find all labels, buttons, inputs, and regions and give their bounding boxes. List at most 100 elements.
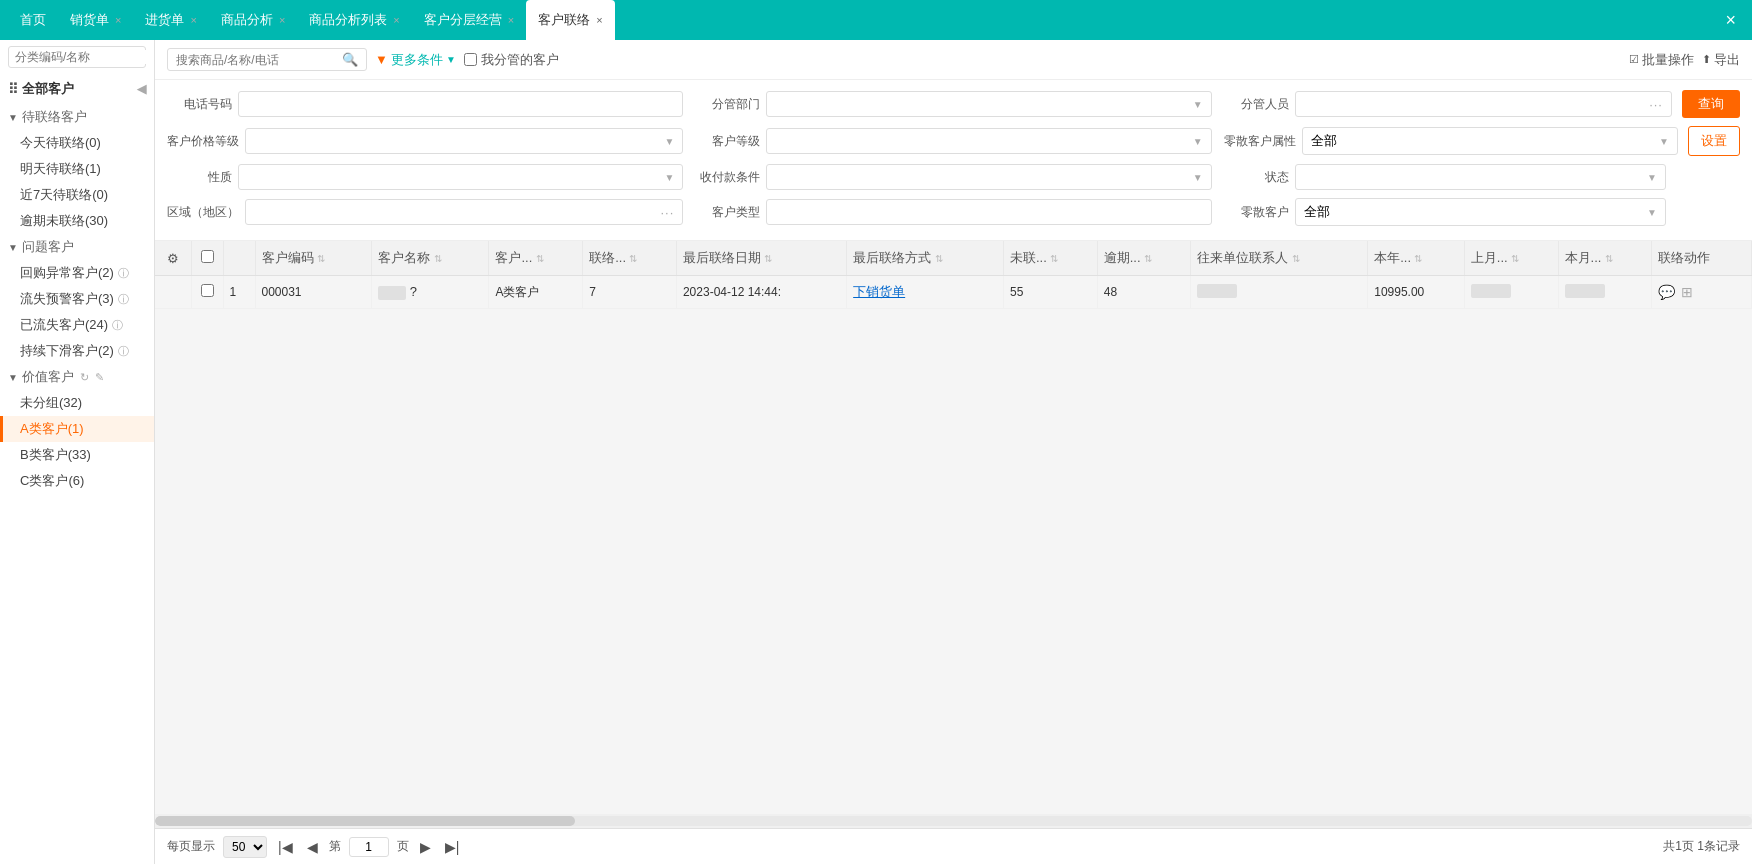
sort-lcw[interactable]: ⇅ bbox=[935, 253, 943, 264]
th-code[interactable]: 客户编码 ⇅ bbox=[255, 241, 372, 276]
sort-type[interactable]: ⇅ bbox=[536, 253, 544, 264]
sidebar-item-lost-customers[interactable]: 已流失客户(24) ⓘ bbox=[0, 312, 154, 338]
filter-input-customer-type[interactable] bbox=[766, 199, 1211, 225]
filter-search-input[interactable] bbox=[176, 53, 338, 67]
sort-contact[interactable]: ⇅ bbox=[629, 253, 637, 264]
nav-tab-customer-contact[interactable]: 客户联络 × bbox=[526, 0, 614, 40]
sort-tm[interactable]: ⇅ bbox=[1605, 253, 1613, 264]
filter-input-nature[interactable]: ▼ bbox=[238, 164, 683, 190]
filter-input-customer-grade[interactable]: ▼ bbox=[766, 128, 1211, 154]
page-number-input[interactable] bbox=[349, 837, 389, 857]
sort-overdue[interactable]: ⇅ bbox=[1144, 253, 1152, 264]
filter-input-department[interactable]: ▼ bbox=[766, 91, 1211, 117]
filter-more-conditions[interactable]: ▼ 更多条件 ▼ bbox=[375, 51, 456, 69]
th-checkbox[interactable] bbox=[191, 241, 223, 276]
th-contact[interactable]: 联络... ⇅ bbox=[583, 241, 677, 276]
filter-input-status[interactable]: ▼ bbox=[1295, 164, 1666, 190]
th-last-month[interactable]: 上月... ⇅ bbox=[1464, 241, 1558, 276]
sidebar-item-7days-contact[interactable]: 近7天待联络(0) bbox=[0, 182, 154, 208]
sidebar-item-ungrouped[interactable]: 未分组(32) bbox=[0, 390, 154, 416]
sidebar-item-tomorrow-contact[interactable]: 明天待联络(1) bbox=[0, 156, 154, 182]
th-this-year[interactable]: 本年... ⇅ bbox=[1368, 241, 1465, 276]
sidebar-section-value-customers[interactable]: ▼ 价值客户 ↻ ✎ bbox=[0, 364, 154, 390]
edit-icon[interactable]: ✎ bbox=[95, 371, 104, 384]
sort-lcd[interactable]: ⇅ bbox=[764, 253, 772, 264]
sort-ty[interactable]: ⇅ bbox=[1414, 253, 1422, 264]
sidebar-item-loss-warning[interactable]: 流失预警客户(3) ⓘ bbox=[0, 286, 154, 312]
sidebar-item-c-customers[interactable]: C类客户(6) bbox=[0, 468, 154, 494]
filter-input-region[interactable]: ··· bbox=[245, 199, 683, 225]
th-unit-contact[interactable]: 往来单位联系人 ⇅ bbox=[1191, 241, 1368, 276]
last-contact-way-link[interactable]: 下销货单 bbox=[853, 284, 905, 299]
th-overdue[interactable]: 逾期... ⇅ bbox=[1097, 241, 1191, 276]
nav-tab-home[interactable]: 首页 bbox=[8, 0, 58, 40]
th-settings[interactable]: ⚙ bbox=[155, 241, 191, 276]
scroll-thumb[interactable] bbox=[155, 816, 575, 826]
filter-search-icon[interactable]: 🔍 bbox=[342, 52, 358, 67]
sidebar-item-a-customers[interactable]: A类客户(1) bbox=[0, 416, 154, 442]
filter-search-box[interactable]: 🔍 bbox=[167, 48, 367, 71]
sidebar-item-declining-customers[interactable]: 持续下滑客户(2) ⓘ bbox=[0, 338, 154, 364]
row-checkbox[interactable] bbox=[201, 284, 214, 297]
grid-action-icon[interactable]: ⊞ bbox=[1681, 284, 1693, 300]
sort-uc[interactable]: ⇅ bbox=[1292, 253, 1300, 264]
close-customer-contact-tab[interactable]: × bbox=[596, 14, 602, 26]
filter-input-scatter[interactable]: 全部 ▼ bbox=[1295, 198, 1666, 226]
th-no-contact[interactable]: 未联... ⇅ bbox=[1003, 241, 1097, 276]
td-checkbox[interactable] bbox=[191, 276, 223, 309]
close-sales-tab[interactable]: × bbox=[115, 14, 121, 26]
settings-button[interactable]: 设置 bbox=[1688, 126, 1740, 156]
nav-tab-customer-tier[interactable]: 客户分层经营 × bbox=[412, 0, 526, 40]
sidebar-section-problem-customers[interactable]: ▼ 问题客户 bbox=[0, 234, 154, 260]
sidebar-all-customers[interactable]: ⠿ 全部客户 ◀ bbox=[0, 74, 154, 104]
filter-input-scatter-attr[interactable]: 全部 ▼ bbox=[1302, 127, 1678, 155]
query-button[interactable]: 查询 bbox=[1682, 90, 1740, 118]
my-customers-checkbox[interactable]: 我分管的客户 bbox=[464, 51, 559, 69]
sidebar-search-input[interactable] bbox=[15, 50, 155, 64]
nav-tab-sales[interactable]: 销货单 × bbox=[58, 0, 133, 40]
sort-nc[interactable]: ⇅ bbox=[1050, 253, 1058, 264]
sidebar-search-box[interactable]: 🔍 bbox=[8, 46, 146, 68]
my-customers-check[interactable] bbox=[464, 53, 477, 66]
refresh-icon[interactable]: ↻ bbox=[80, 371, 89, 384]
sidebar-item-today-contact[interactable]: 今天待联络(0) bbox=[0, 130, 154, 156]
th-name[interactable]: 客户名称 ⇅ bbox=[372, 241, 489, 276]
horizontal-scroll-area[interactable] bbox=[155, 814, 1752, 828]
settings-icon[interactable]: ⚙ bbox=[167, 251, 179, 266]
th-last-contact-date[interactable]: 最后联络日期 ⇅ bbox=[676, 241, 846, 276]
th-last-contact-way[interactable]: 最后联络方式 ⇅ bbox=[847, 241, 1004, 276]
sidebar-item-overdue-contact[interactable]: 逾期未联络(30) bbox=[0, 208, 154, 234]
chat-action-icon[interactable]: 💬 bbox=[1658, 284, 1675, 300]
td-name: ? bbox=[372, 276, 489, 309]
close-purchase-tab[interactable]: × bbox=[190, 14, 196, 26]
close-customer-tier-tab[interactable]: × bbox=[508, 14, 514, 26]
sort-lm[interactable]: ⇅ bbox=[1511, 253, 1519, 264]
last-page-button[interactable]: ▶| bbox=[442, 839, 463, 855]
filter-input-payment[interactable]: ▼ bbox=[766, 164, 1211, 190]
per-page-select[interactable]: 50 bbox=[223, 836, 267, 858]
sidebar-collapse-button[interactable]: ◀ bbox=[137, 82, 146, 96]
sidebar-item-b-customers[interactable]: B类客户(33) bbox=[0, 442, 154, 468]
nav-tab-product-analysis-list[interactable]: 商品分析列表 × bbox=[297, 0, 411, 40]
close-all-tabs-button[interactable]: × bbox=[1717, 10, 1744, 31]
filter-input-phone[interactable] bbox=[238, 91, 683, 117]
first-page-button[interactable]: |◀ bbox=[275, 839, 296, 855]
filter-input-manager[interactable]: ··· bbox=[1295, 91, 1672, 117]
sidebar-section-pending-contact[interactable]: ▼ 待联络客户 bbox=[0, 104, 154, 130]
batch-ops-link[interactable]: ☑ 批量操作 bbox=[1629, 51, 1694, 69]
next-page-button[interactable]: ▶ bbox=[417, 839, 434, 855]
filter-input-price-grade[interactable]: ▼ bbox=[245, 128, 683, 154]
export-link[interactable]: ⬆ 导出 bbox=[1702, 51, 1740, 69]
td-last-contact-way[interactable]: 下销货单 bbox=[847, 276, 1004, 309]
th-this-month[interactable]: 本月... ⇅ bbox=[1558, 241, 1652, 276]
select-all-checkbox[interactable] bbox=[201, 250, 214, 263]
nav-tab-purchase[interactable]: 进货单 × bbox=[133, 0, 208, 40]
sort-name[interactable]: ⇅ bbox=[434, 253, 442, 264]
prev-page-button[interactable]: ◀ bbox=[304, 839, 321, 855]
close-product-analysis-list-tab[interactable]: × bbox=[393, 14, 399, 26]
nav-tab-product-analysis[interactable]: 商品分析 × bbox=[209, 0, 297, 40]
th-type[interactable]: 客户... ⇅ bbox=[489, 241, 583, 276]
close-product-analysis-tab[interactable]: × bbox=[279, 14, 285, 26]
sidebar-item-repurchase-abnormal[interactable]: 回购异常客户(2) ⓘ bbox=[0, 260, 154, 286]
sort-code[interactable]: ⇅ bbox=[317, 253, 325, 264]
